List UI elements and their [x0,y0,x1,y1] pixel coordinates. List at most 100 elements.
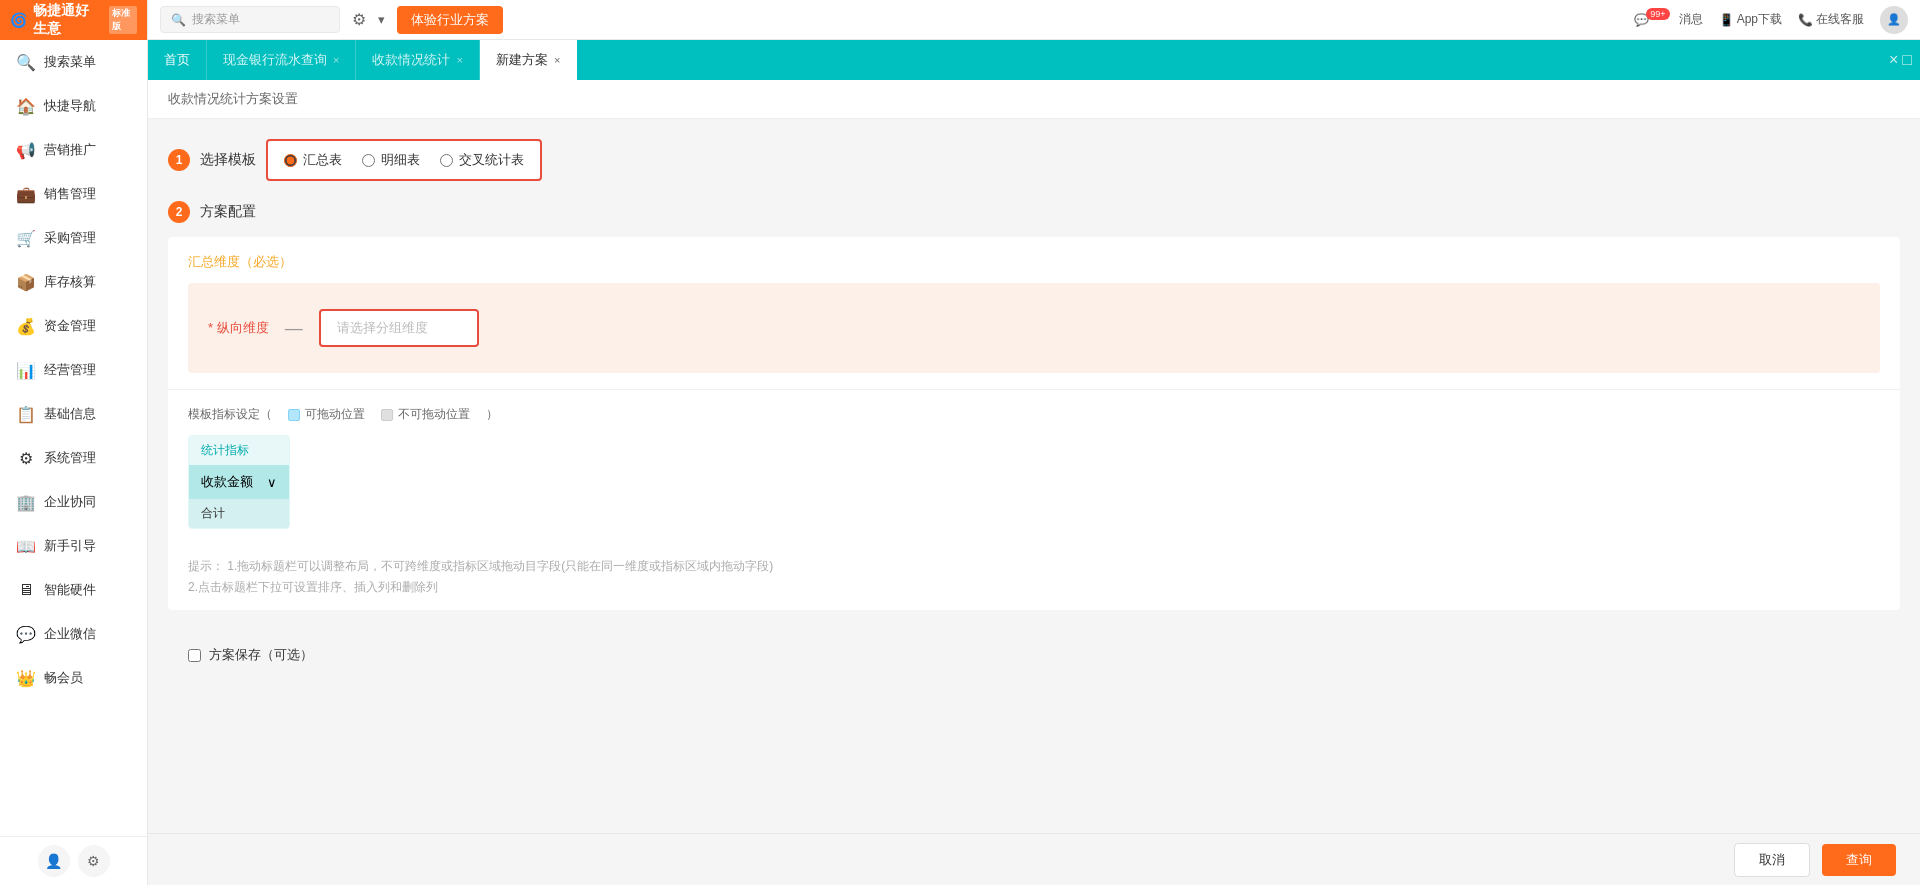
sidebar-item-label: 企业微信 [44,625,96,643]
settings-icon[interactable]: ⚙ [352,10,366,29]
app-name: 畅捷通好生意 [33,2,103,38]
maximize-icon[interactable]: □ [1902,51,1912,69]
tab-label: 现金银行流水查询 [223,51,327,69]
radio-detail[interactable]: 明细表 [362,151,420,169]
metrics-table: 统计指标 收款金额 ∨ 合计 [188,435,290,529]
sidebar-item-hardware[interactable]: 🖥 智能硬件 [0,568,147,612]
search-menu-icon: 🔍 [16,53,36,72]
download-icon: 📱 [1719,13,1734,27]
sidebar-item-label: 新手引导 [44,537,96,555]
dimension-label-text: 汇总维度（必选） [188,254,292,269]
dim-placeholder: 请选择分组维度 [337,320,428,335]
sidebar-item-wechat[interactable]: 💬 企业微信 [0,612,147,656]
management-icon: 📊 [16,361,36,380]
logo-icon: 🌀 [10,12,27,28]
sidebar-item-marketing[interactable]: 📢 营销推广 [0,128,147,172]
query-button[interactable]: 查询 [1822,844,1896,876]
radio-summary-label: 汇总表 [303,151,342,169]
metrics-section: 模板指标设定（ 可拖动位置 不可拖动位置 ） [168,389,1900,548]
tab-home[interactable]: 首页 [148,40,207,80]
sidebar-item-basic-info[interactable]: 📋 基础信息 [0,392,147,436]
sidebar-settings-icon[interactable]: ⚙ [78,845,110,877]
sidebar-item-system[interactable]: ⚙ 系统管理 [0,436,147,480]
notification-btn[interactable]: 💬 99+ 消息 [1634,11,1702,28]
step2-title: 方案配置 [200,203,256,221]
dim-select-box[interactable]: 请选择分组维度 [319,309,479,347]
hint-2: 2.点击标题栏下拉可设置排序、插入列和删除列 [188,579,1880,596]
tab-new-plan[interactable]: 新建方案 × [480,40,577,80]
support-btn[interactable]: 📞 在线客服 [1798,11,1864,28]
fixed-box [381,409,393,421]
save-checkbox[interactable] [188,649,201,662]
basic-info-icon: 📋 [16,405,36,424]
dim-row-label: * 纵向维度 [208,319,269,337]
close-icon[interactable]: × [554,54,560,66]
tab-label: 收款情况统计 [372,51,450,69]
dim-row: * 纵向维度 — 请选择分组维度 [208,309,479,347]
sidebar-item-member[interactable]: 👑 畅会员 [0,656,147,700]
sidebar-item-purchase[interactable]: 🛒 采购管理 [0,216,147,260]
step2-section: 2 方案配置 汇总维度（必选） * 纵向维度 — [168,201,1900,610]
sidebar-item-enterprise[interactable]: 🏢 企业协同 [0,480,147,524]
radio-detail-input[interactable] [362,154,375,167]
fixed-label: 不可拖动位置 [398,406,470,423]
download-btn[interactable]: 📱 App下载 [1719,11,1782,28]
sidebar-item-label: 经营管理 [44,361,96,379]
sidebar-item-search[interactable]: 🔍 搜索菜单 [0,40,147,84]
metrics-item-receipt[interactable]: 收款金额 ∨ [189,465,289,499]
guide-icon: 📖 [16,537,36,556]
member-icon: 👑 [16,669,36,688]
support-icon: 📞 [1798,13,1813,27]
sidebar-item-management[interactable]: 📊 经营管理 [0,348,147,392]
finance-icon: 💰 [16,317,36,336]
close-icon[interactable]: × [333,54,339,66]
close-icon[interactable]: × [456,54,462,66]
topbar-right: 💬 99+ 消息 📱 App下载 📞 在线客服 👤 [1634,6,1908,34]
sidebar-item-guide[interactable]: 📖 新手引导 [0,524,147,568]
metrics-label: 模板指标设定（ [188,406,272,423]
radio-summary[interactable]: 汇总表 [284,151,342,169]
sidebar-item-inventory[interactable]: 📦 库存核算 [0,260,147,304]
nav-tabs: 首页 现金银行流水查询 × 收款情况统计 × 新建方案 × × □ [148,40,1920,80]
home-icon: 🏠 [16,97,36,116]
dim-arrow: — [285,318,303,339]
legend-close: ） [486,406,498,423]
close-window-icon[interactable]: × [1889,51,1898,69]
cancel-button[interactable]: 取消 [1734,843,1810,877]
radio-cross[interactable]: 交叉统计表 [440,151,524,169]
radio-summary-input[interactable] [284,154,297,167]
step2-header: 2 方案配置 [168,201,1900,223]
metrics-item-chevron: ∨ [267,475,277,490]
notification-badge: 99+ [1646,8,1669,20]
hint-1: 提示： 1.拖动标题栏可以调整布局，不可跨维度或指标区域拖动目字段(只能在同一维… [188,558,1880,575]
search-icon: 🔍 [171,13,186,27]
sidebar-user-icon[interactable]: 👤 [38,845,70,877]
sidebar-item-label: 快捷导航 [44,97,96,115]
sidebar-item-label: 营销推广 [44,141,96,159]
sidebar-item-finance[interactable]: 💰 资金管理 [0,304,147,348]
sidebar-item-sales[interactable]: 💼 销售管理 [0,172,147,216]
tab-cash-flow[interactable]: 现金银行流水查询 × [207,40,356,80]
step1-section: 1 选择模板 汇总表 明细表 交叉统计表 [168,139,1900,181]
industry-btn[interactable]: 体验行业方案 [397,6,503,34]
sidebar-item-label: 基础信息 [44,405,96,423]
search-menu-bar[interactable]: 🔍 搜索菜单 [160,6,340,33]
hardware-icon: 🖥 [16,581,36,599]
topbar: 🔍 搜索菜单 ⚙ ▾ 体验行业方案 💬 99+ 消息 📱 App下载 📞 在线客… [148,0,1920,40]
system-icon: ⚙ [16,449,36,468]
radio-cross-input[interactable] [440,154,453,167]
step2-number: 2 [168,201,190,223]
marketing-icon: 📢 [16,141,36,160]
step1-number: 1 [168,149,190,171]
search-placeholder: 搜索菜单 [192,11,240,28]
sidebar-item-label: 智能硬件 [44,581,96,599]
dropdown-icon[interactable]: ▾ [378,12,385,27]
legend-fixed: 不可拖动位置 [381,406,470,423]
user-avatar[interactable]: 👤 [1880,6,1908,34]
dimension-label: 汇总维度（必选） [188,253,1880,271]
app-logo: 🌀 畅捷通好生意 标准版 [0,0,147,40]
metrics-category-header: 统计指标 [189,436,289,465]
sidebar-item-label: 销售管理 [44,185,96,203]
sidebar-item-nav[interactable]: 🏠 快捷导航 [0,84,147,128]
tab-receipt-stats[interactable]: 收款情况统计 × [356,40,479,80]
